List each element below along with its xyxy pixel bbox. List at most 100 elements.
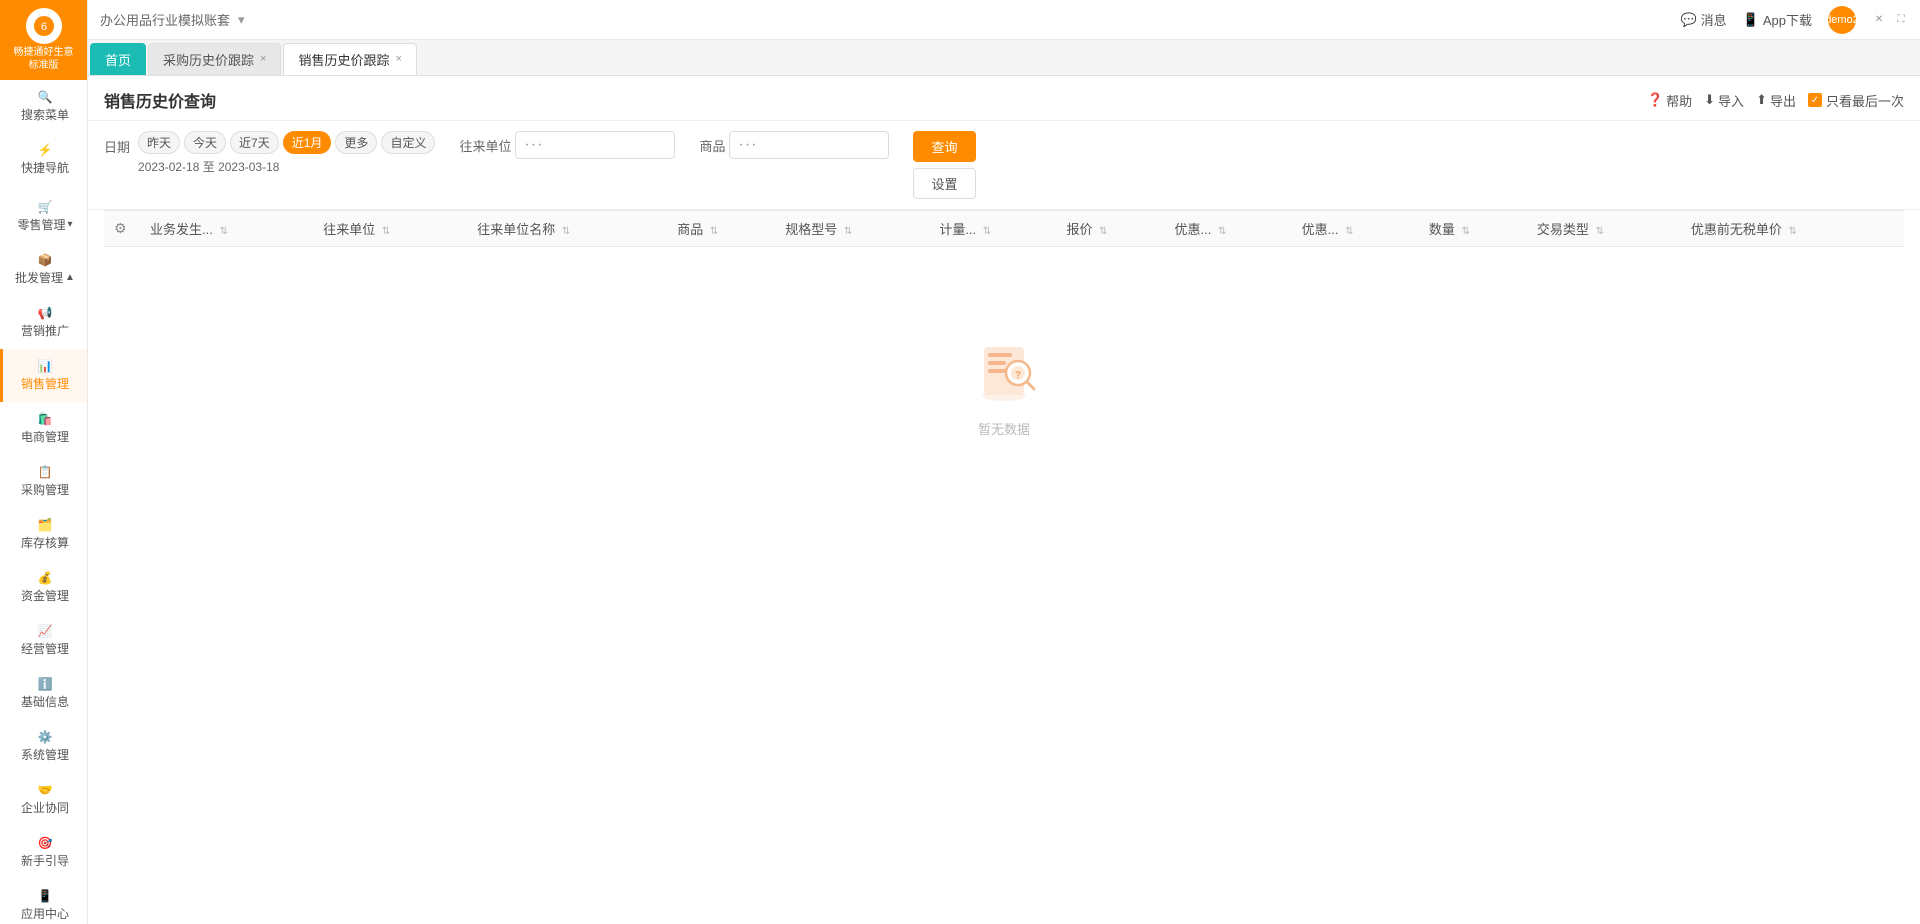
filter-area: 日期 昨天 今天 近7天 近1月 更多 自定义 2023-02-18 至 202… xyxy=(88,121,1920,210)
app-download-button[interactable]: 📱 App下载 xyxy=(1743,10,1812,29)
tab-purchase-close[interactable]: × xyxy=(260,54,266,65)
sidebar-item-operations[interactable]: 📈 经营管理 xyxy=(0,614,87,667)
date-buttons: 昨天 今天 近7天 近1月 更多 自定义 2023-02-18 至 2023-0… xyxy=(138,131,435,175)
sort-icon: ⇅ xyxy=(1345,226,1353,237)
sidebar-item-label: 应用中心 xyxy=(21,905,69,922)
operations-icon: 📈 xyxy=(38,624,53,638)
col-price[interactable]: 报价 ⇅ xyxy=(1056,211,1164,247)
col-partner-code[interactable]: 往来单位 ⇅ xyxy=(313,211,467,247)
import-icon: ⬇ xyxy=(1704,92,1715,108)
sidebar-item-inventory[interactable]: 🗂️ 库存核算 xyxy=(0,508,87,561)
sidebar-item-label: 库存核算 xyxy=(21,534,69,551)
col-discount1[interactable]: 优惠... ⇅ xyxy=(1165,211,1292,247)
sidebar-item-label: 零售管理▾ xyxy=(17,216,72,233)
sidebar-item-label: 电商管理 xyxy=(21,428,69,445)
sidebar-item-ecommerce[interactable]: 🛍️ 电商管理 xyxy=(0,402,87,455)
partner-filter-group: 往来单位 ··· xyxy=(459,131,675,159)
query-button[interactable]: 查询 xyxy=(913,131,975,162)
sidebar: 6 畅捷通好生意 标准版 🔍 搜索菜单 ⚡ 快捷导航 🛒 零售管理▾ 📦 批发管… xyxy=(0,0,88,924)
tab-sales-close[interactable]: × xyxy=(395,54,401,65)
col-partner-name[interactable]: 往来单位名称 ⇅ xyxy=(467,211,667,247)
col-discount2[interactable]: 优惠... ⇅ xyxy=(1292,211,1419,247)
date-btn-1month[interactable]: 近1月 xyxy=(283,131,332,154)
top-bar-right: 💬 消息 📱 App下载 demo2 ✕ ⛶ xyxy=(1680,6,1908,34)
table-settings-gear[interactable]: ⚙ xyxy=(114,220,127,236)
sort-icon: ⇅ xyxy=(219,226,227,237)
sidebar-item-system[interactable]: ⚙️ 系统管理 xyxy=(0,720,87,773)
tabs-bar: 首页 采购历史价跟踪 × 销售历史价跟踪 × xyxy=(88,40,1920,76)
tab-sales[interactable]: 销售历史价跟踪 × xyxy=(283,43,416,75)
col-business-date[interactable]: 业务发生... ⇅ xyxy=(140,211,313,247)
date-btn-yesterday[interactable]: 昨天 xyxy=(138,131,180,154)
apps-icon: 📱 xyxy=(38,889,53,903)
sidebar-item-marketing[interactable]: 📢 营销推广 xyxy=(0,296,87,349)
sidebar-item-apps[interactable]: 📱 应用中心 xyxy=(0,879,87,924)
sidebar-item-label: 系统管理 xyxy=(21,746,69,763)
date-btn-custom[interactable]: 自定义 xyxy=(381,131,435,154)
sidebar-item-search[interactable]: 🔍 搜索菜单 xyxy=(0,80,87,133)
sidebar-item-finance[interactable]: 💰 资金管理 xyxy=(0,561,87,614)
help-button[interactable]: ❓ 帮助 xyxy=(1647,91,1692,110)
date-filter-group: 日期 昨天 今天 近7天 近1月 更多 自定义 2023-02-18 至 202… xyxy=(104,131,435,175)
logo-area[interactable]: 6 畅捷通好生意 标准版 xyxy=(0,0,87,80)
sidebar-item-label: 企业协同 xyxy=(21,799,69,816)
inventory-icon: 🗂️ xyxy=(38,518,53,532)
tab-sales-label: 销售历史价跟踪 xyxy=(298,50,389,69)
col-spec[interactable]: 规格型号 ⇅ xyxy=(775,211,929,247)
goods-filter-group: 商品 ··· xyxy=(699,131,889,159)
only-last-checkbox[interactable]: ✓ 只看最后一次 xyxy=(1808,91,1904,110)
help-icon: ❓ xyxy=(1647,92,1663,108)
sort-icon: ⇅ xyxy=(562,226,570,237)
sidebar-item-retail[interactable]: 🛒 零售管理▾ xyxy=(0,190,87,243)
purchase-icon: 📋 xyxy=(38,465,53,479)
export-button[interactable]: ⬆ 导出 xyxy=(1756,91,1796,110)
sidebar-item-label: 快捷导航 xyxy=(21,159,69,176)
retail-icon: 🛒 xyxy=(38,200,53,214)
close-button[interactable]: ✕ xyxy=(1872,13,1886,27)
partner-input[interactable]: ··· xyxy=(515,131,675,159)
col-goods[interactable]: 商品 ⇅ xyxy=(667,211,775,247)
tab-purchase[interactable]: 采购历史价跟踪 × xyxy=(148,43,281,75)
col-unit[interactable]: 计量... ⇅ xyxy=(929,211,1056,247)
sidebar-item-basic[interactable]: ℹ️ 基础信息 xyxy=(0,667,87,720)
ecommerce-icon: 🛍️ xyxy=(38,412,53,426)
finance-icon: 💰 xyxy=(38,571,53,585)
col-quantity[interactable]: 数量 ⇅ xyxy=(1419,211,1527,247)
top-bar-left: 办公用品行业模拟账套 ▾ xyxy=(100,10,245,29)
sort-icon: ⇅ xyxy=(983,226,991,237)
page-title: 销售历史价查询 xyxy=(104,88,216,112)
message-button[interactable]: 💬 消息 xyxy=(1680,10,1726,29)
enterprise-icon: 🤝 xyxy=(38,783,53,797)
tab-purchase-label: 采购历史价跟踪 xyxy=(163,50,254,69)
date-range-display: 2023-02-18 至 2023-03-18 xyxy=(138,158,435,175)
sidebar-item-enterprise[interactable]: 🤝 企业协同 xyxy=(0,773,87,826)
sort-icon: ⇅ xyxy=(1218,226,1226,237)
goods-input[interactable]: ··· xyxy=(729,131,889,159)
empty-text: 暂无数据 xyxy=(978,419,1030,438)
tab-home[interactable]: 首页 xyxy=(90,43,146,75)
partner-input-dots: ··· xyxy=(524,136,543,154)
date-btn-7days[interactable]: 近7天 xyxy=(230,131,279,154)
user-avatar[interactable]: demo2 xyxy=(1828,6,1856,34)
page-header-actions: ❓ 帮助 ⬇ 导入 ⬆ 导出 ✓ 只看最后一次 xyxy=(1647,91,1904,110)
page-header: 销售历史价查询 ❓ 帮助 ⬇ 导入 ⬆ 导出 ✓ 只看最后一次 xyxy=(88,76,1920,121)
sidebar-item-sales[interactable]: 📊 销售管理 xyxy=(0,349,87,402)
sidebar-item-newbie[interactable]: 🎯 新手引导 xyxy=(0,826,87,879)
table-settings-col[interactable]: ⚙ xyxy=(104,211,140,247)
import-button[interactable]: ⬇ 导入 xyxy=(1704,91,1744,110)
sidebar-item-label: 资金管理 xyxy=(21,587,69,604)
logo-text: 畅捷通好生意 标准版 xyxy=(14,46,74,72)
settings-button[interactable]: 设置 xyxy=(913,168,975,199)
dropdown-icon[interactable]: ▾ xyxy=(238,12,245,28)
date-btn-more[interactable]: 更多 xyxy=(335,131,377,154)
col-pretax-price[interactable]: 优惠前无税单价 ⇅ xyxy=(1681,211,1904,247)
sidebar-item-shortcut[interactable]: ⚡ 快捷导航 xyxy=(0,133,87,186)
sidebar-item-purchase[interactable]: 📋 采购管理 xyxy=(0,455,87,508)
data-table: ⚙ 业务发生... ⇅ 往来单位 ⇅ 往来单位名称 ⇅ xyxy=(104,210,1904,247)
col-trade-type[interactable]: 交易类型 ⇅ xyxy=(1527,211,1681,247)
page-content: 销售历史价查询 ❓ 帮助 ⬇ 导入 ⬆ 导出 ✓ 只看最后一次 xyxy=(88,76,1920,924)
sort-icon: ⇅ xyxy=(382,226,390,237)
date-btn-today[interactable]: 今天 xyxy=(184,131,226,154)
sidebar-item-wholesale[interactable]: 📦 批发管理▲ xyxy=(0,243,87,296)
maximize-button[interactable]: ⛶ xyxy=(1894,13,1908,27)
